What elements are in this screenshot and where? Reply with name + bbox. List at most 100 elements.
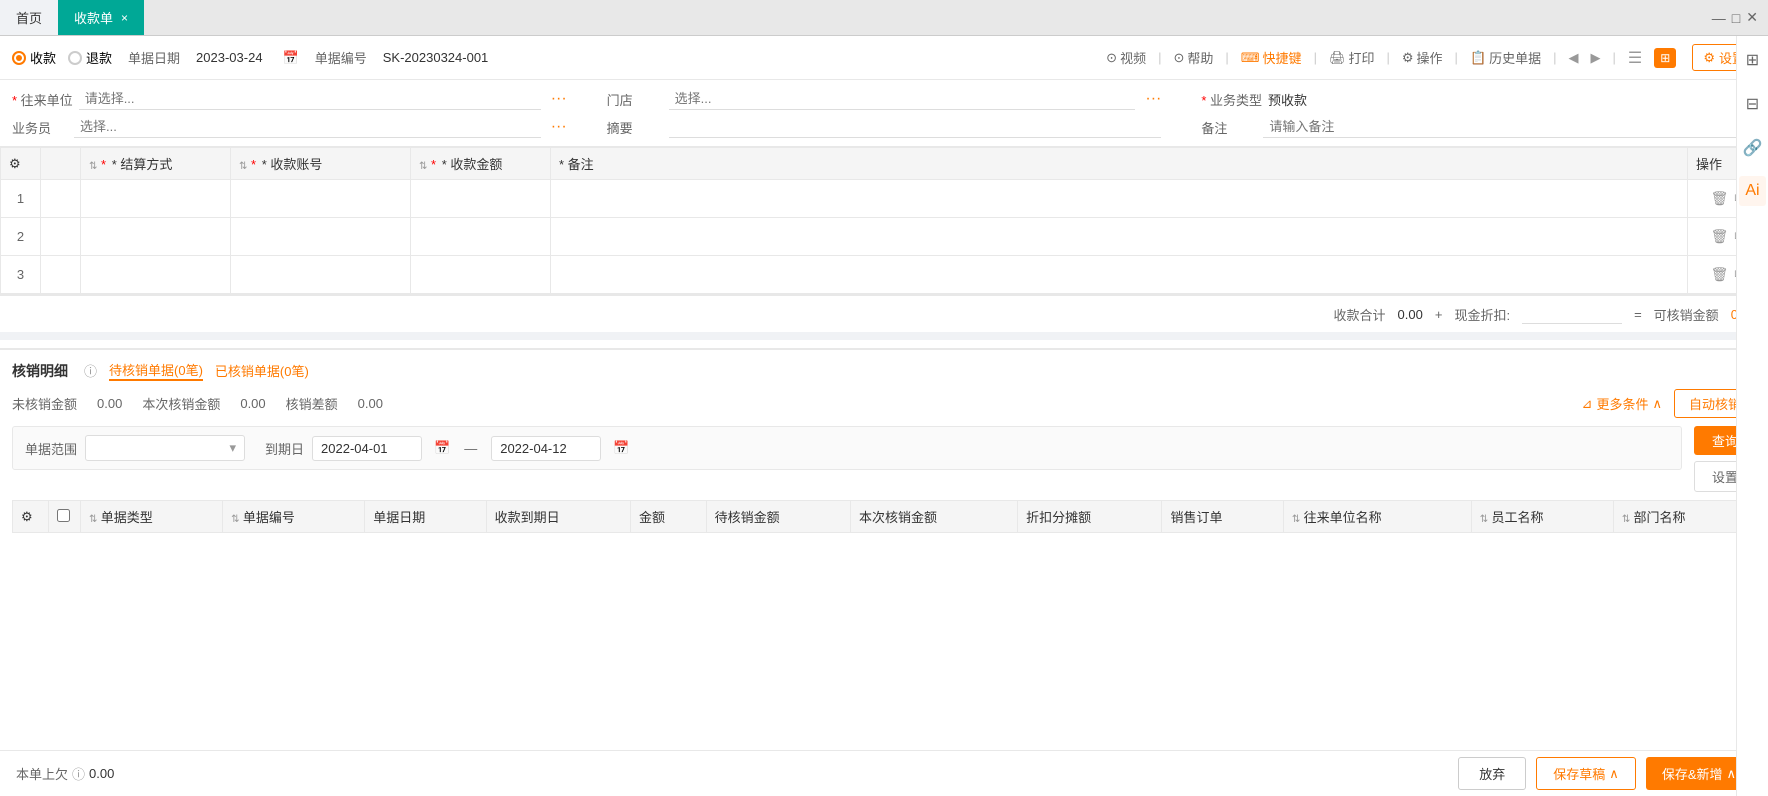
calendar-from-icon[interactable]: 📅 <box>434 440 450 456</box>
table-row: 3 🗑 ⧉ <box>1 256 1768 294</box>
tab-done[interactable]: 已核销单据(0笔) <box>215 361 309 380</box>
nav-next-btn[interactable]: ▶ <box>1591 50 1601 66</box>
tab-home[interactable]: 首页 <box>0 0 58 35</box>
note-field: 备注 <box>1201 116 1756 138</box>
note-label: 备注 <box>1201 118 1257 137</box>
verify-col-sales-order: 销售订单 <box>1162 501 1283 533</box>
row-3-account[interactable] <box>231 256 411 294</box>
row-3-amount[interactable] <box>411 256 551 294</box>
range-select[interactable]: ▾ <box>85 435 245 461</box>
counterpart-more-icon[interactable]: ··· <box>551 91 567 107</box>
note-input[interactable] <box>1263 116 1756 138</box>
row-2-remark[interactable] <box>551 218 1688 256</box>
tab-receipt[interactable]: 收款单 × <box>58 0 144 35</box>
doc-date-label: 单据日期 <box>128 48 180 67</box>
history-btn[interactable]: 📋 历史单据 <box>1470 48 1541 67</box>
row-3-delete-icon[interactable]: 🗑 <box>1711 266 1729 283</box>
store-field: 门店 ··· <box>607 88 1162 110</box>
refund-radio[interactable]: 退款 <box>68 48 112 67</box>
date-filter: 到期日 📅 — 📅 <box>265 436 629 461</box>
save-draft-button[interactable]: 保存草稿 ∧ <box>1536 757 1636 790</box>
receipt-radio[interactable]: 收款 <box>12 48 56 67</box>
operations-btn[interactable]: ⚙ 操作 <box>1402 48 1443 67</box>
sidebar-attachment-icon[interactable]: 🔗 <box>1737 132 1768 164</box>
receipt-radio-dot <box>12 51 26 65</box>
date-from-input[interactable] <box>312 436 422 461</box>
history-label: 历史单据 <box>1489 48 1541 67</box>
verify-table: ⚙ ⇅ 单据类型 ⇅ 单据编号 单据日期 收款到期日 <box>12 500 1756 533</box>
calendar-icon[interactable]: 📅 <box>283 50 299 66</box>
summary-label: 摘要 <box>607 118 663 137</box>
list-view-btn[interactable]: ☰ <box>1628 48 1642 68</box>
summary-input[interactable] <box>669 116 1162 138</box>
store-more-icon[interactable]: ··· <box>1145 91 1161 107</box>
sidebar-grid-icon[interactable]: ⊞ <box>1740 44 1765 76</box>
col-settings-header[interactable]: ⚙ <box>1 148 41 180</box>
row-2-amount[interactable] <box>411 218 551 256</box>
sidebar-table-icon[interactable]: ⊟ <box>1740 88 1765 120</box>
store-input[interactable] <box>669 88 1136 110</box>
current-value: 0.00 <box>240 396 265 411</box>
row-3-remark[interactable] <box>551 256 1688 294</box>
grid-view-btn[interactable]: ⊞ <box>1654 48 1676 68</box>
tab-bar: 首页 收款单 × — □ ✕ <box>0 0 1768 36</box>
tab-close-icon[interactable]: × <box>121 11 128 25</box>
verify-col-date: 单据日期 <box>365 501 486 533</box>
col-no-label: 单据编号 <box>243 510 295 525</box>
sidebar-ai-icon[interactable]: Ai <box>1739 176 1765 206</box>
row-1-amount[interactable] <box>411 180 551 218</box>
row-1-account[interactable] <box>231 180 411 218</box>
col-row-num-header <box>41 148 81 180</box>
unchecked-value: 0.00 <box>97 396 122 411</box>
verify-info-icon[interactable]: ⓘ <box>84 361 97 380</box>
col-amount-header: ⇅ * * 收款金额 <box>411 148 551 180</box>
help-icon: ⊙ <box>1173 50 1184 66</box>
verification-section: 核销明细 ⓘ 待核销单据(0笔) 已核销单据(0笔) 未核销金额 0.00 本次… <box>0 348 1768 543</box>
row-1-remark[interactable] <box>551 180 1688 218</box>
table-settings-gear-icon[interactable]: ⚙ <box>9 156 21 171</box>
table-row: 2 🗑 ⧉ <box>1 218 1768 256</box>
window-controls: — □ ✕ <box>1712 9 1768 26</box>
operations-icon: ⚙ <box>1402 50 1414 66</box>
salesperson-more-icon[interactable]: ··· <box>551 119 567 135</box>
shortcut-btn[interactable]: ⌨ 快捷键 <box>1241 48 1302 67</box>
col-account-label: * 收款账号 <box>262 157 323 172</box>
row-1-settlement[interactable] <box>81 180 231 218</box>
video-icon: ⊙ <box>1106 50 1117 66</box>
verify-select-all[interactable] <box>57 509 70 522</box>
discount-input[interactable] <box>1522 304 1622 324</box>
verify-table-gear-icon[interactable]: ⚙ <box>21 509 33 524</box>
row-2-settlement[interactable] <box>81 218 231 256</box>
abandon-button[interactable]: 放弃 <box>1458 757 1526 790</box>
col-remark-label: * 备注 <box>559 157 594 172</box>
calendar-to-icon[interactable]: 📅 <box>613 440 629 456</box>
print-btn[interactable]: 🖨 打印 <box>1329 48 1375 67</box>
row-3-settlement[interactable] <box>81 256 231 294</box>
minimize-button[interactable]: — <box>1712 10 1726 26</box>
date-to-input[interactable] <box>491 436 601 461</box>
receipt-type-group: 收款 退款 <box>12 48 112 67</box>
shortcut-icon: ⌨ <box>1241 50 1260 66</box>
row-1-delete-icon[interactable]: 🗑 <box>1711 190 1729 207</box>
verify-col-checkbox[interactable] <box>49 501 81 533</box>
filter-area: 单据范围 ▾ 到期日 📅 — 📅 查询 设置 <box>12 426 1756 492</box>
maximize-button[interactable]: □ <box>1732 10 1740 26</box>
col-amount-label: * 收款金额 <box>442 157 503 172</box>
verify-col-counterpart: ⇅ 往来单位名称 <box>1283 501 1471 533</box>
col-employee-label: 员工名称 <box>1491 510 1543 525</box>
video-btn[interactable]: ⊙ 视频 <box>1106 48 1146 67</box>
nav-prev-btn[interactable]: ◀ <box>1569 50 1579 66</box>
row-2-delete-icon[interactable]: 🗑 <box>1711 228 1729 245</box>
verify-col-settings[interactable]: ⚙ <box>13 501 49 533</box>
help-btn[interactable]: ⊙ 帮助 <box>1173 48 1213 67</box>
col-actions-label: 操作 <box>1696 157 1722 172</box>
counterpart-input[interactable] <box>79 88 541 110</box>
more-conditions-btn[interactable]: ⊿ 更多条件 ∧ <box>1582 394 1662 413</box>
row-2-account[interactable] <box>231 218 411 256</box>
window-close-button[interactable]: ✕ <box>1746 9 1758 26</box>
total-label: 收款合计 <box>1334 305 1386 324</box>
salesperson-input[interactable] <box>74 116 541 138</box>
doc-date-value[interactable]: 2023-03-24 <box>196 50 263 65</box>
doc-no-value: SK-20230324-001 <box>383 50 489 65</box>
tab-pending[interactable]: 待核销单据(0笔) <box>109 360 203 381</box>
